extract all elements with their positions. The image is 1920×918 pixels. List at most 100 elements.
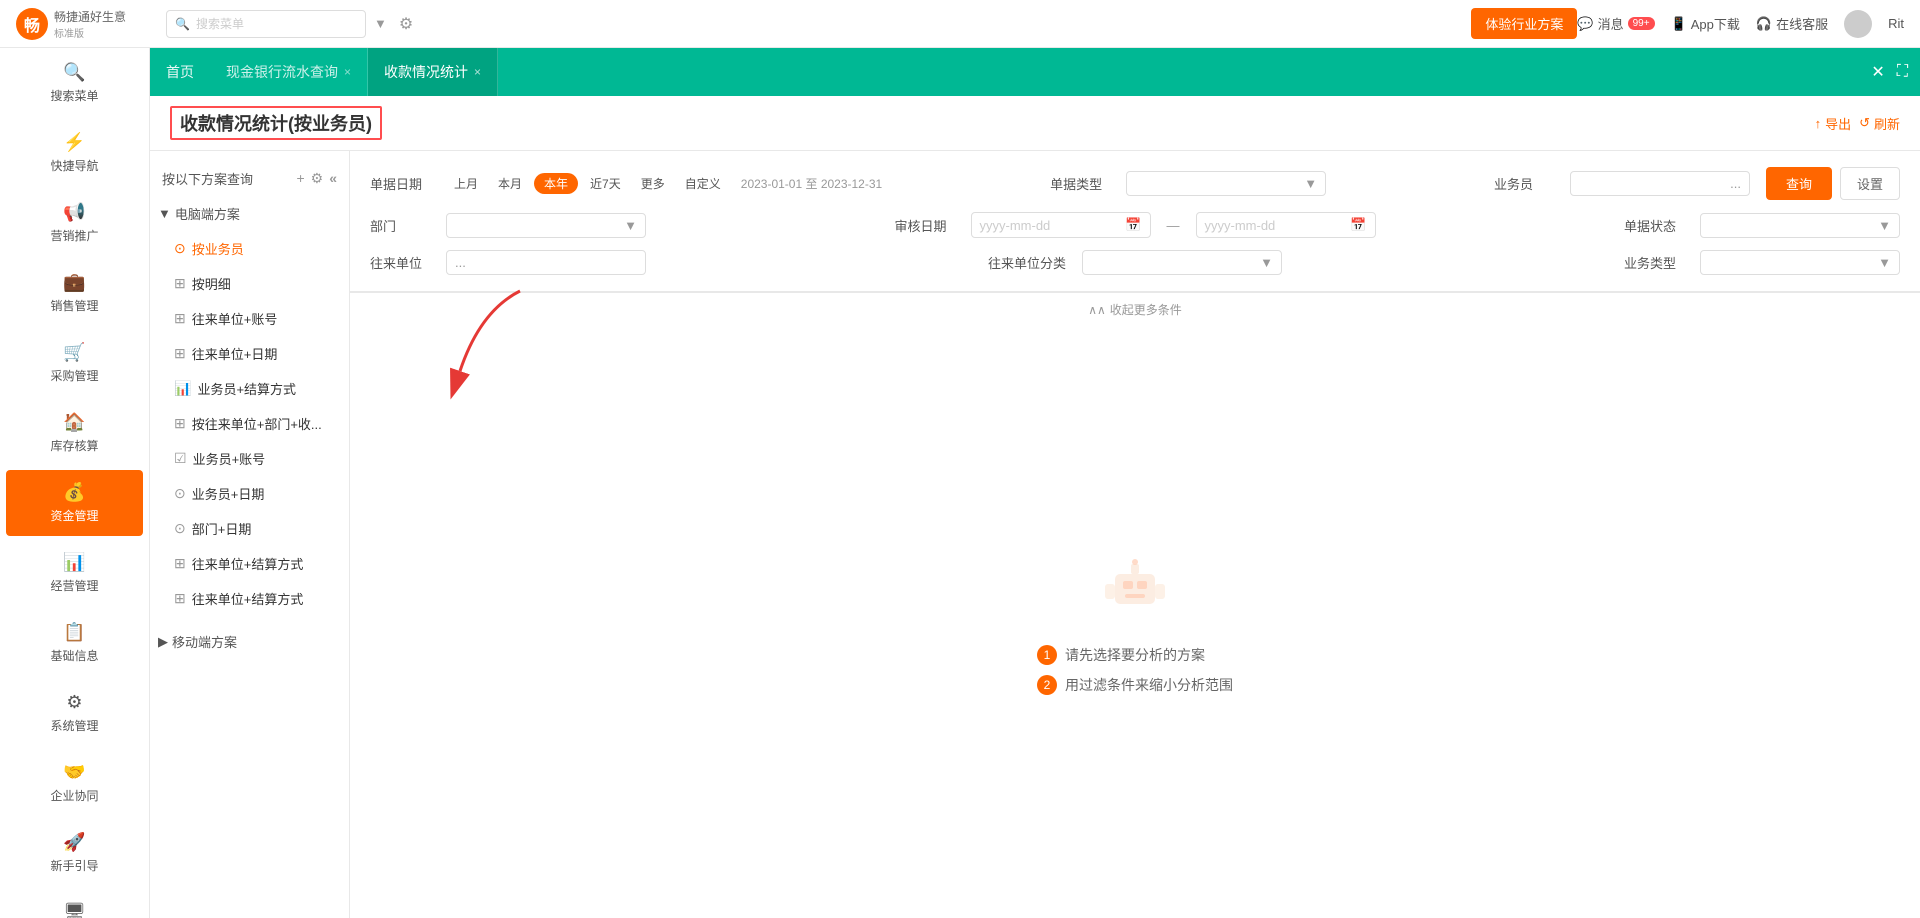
edition-label: 标准版 <box>54 25 126 40</box>
date-tab-thismonth[interactable]: 本月 <box>490 173 530 194</box>
scheme-item-5[interactable]: ⊞ 按往来单位+部门+收... <box>162 406 349 441</box>
tab-cashflow-close[interactable]: × <box>344 65 351 79</box>
user-name[interactable]: Rit <box>1888 16 1904 31</box>
sidebar-item-quicknav[interactable]: ⚡ 快捷导航 <box>6 120 143 186</box>
scheme-item-2[interactable]: ⊞ 往来单位+账号 <box>162 301 349 336</box>
scheme-item-0[interactable]: ⊙ 按业务员 <box>162 231 349 266</box>
biz-type-select[interactable]: ▼ <box>1700 250 1900 275</box>
tab-receipts[interactable]: 收款情况统计 × <box>368 48 498 96</box>
scheme-item-6[interactable]: ☑ 业务员+账号 <box>162 441 349 476</box>
audit-date-from-placeholder: yyyy-mm-dd <box>980 218 1051 233</box>
online-service-button[interactable]: 🎧 在线客服 <box>1756 14 1828 33</box>
doc-type-arrow-icon: ▼ <box>1304 176 1317 191</box>
scheme-label-10: 往来单位+结算方式 <box>192 589 304 608</box>
desktop-section-header[interactable]: ▼ 电脑端方案 <box>150 196 349 231</box>
date-tab-lastmonth[interactable]: 上月 <box>446 173 486 194</box>
counterparty-select[interactable]: ... <box>446 250 646 275</box>
sidebar-label-operation: 经营管理 <box>50 577 98 594</box>
panel-header: 按以下方案查询 + ⚙ « <box>150 161 349 196</box>
maximize-icon[interactable]: ⛶ <box>1897 63 1908 81</box>
sidebar-item-sales[interactable]: 💼 销售管理 <box>6 260 143 326</box>
tab-home[interactable]: 首页 <box>150 48 210 96</box>
export-button[interactable]: ↑ 导出 <box>1815 114 1852 133</box>
scheme-label-5: 按往来单位+部门+收... <box>192 414 322 433</box>
sidebar-label-purchase: 采购管理 <box>50 367 98 384</box>
scheme-item-9[interactable]: ⊞ 往来单位+结算方式 <box>162 546 349 581</box>
sidebar-item-guide[interactable]: 🚀 新手引导 <box>6 820 143 886</box>
query-button[interactable]: 查询 <box>1766 167 1832 200</box>
add-scheme-icon[interactable]: + <box>296 170 304 187</box>
collapse-panel-icon[interactable]: « <box>329 170 337 187</box>
audit-date-to-input[interactable]: yyyy-mm-dd 📅 <box>1196 212 1376 238</box>
messages-button[interactable]: 💬 消息 99+ <box>1577 14 1654 33</box>
date-dash: — <box>1167 218 1180 233</box>
scheme-label-0: 按业务员 <box>192 239 244 258</box>
tab-home-label: 首页 <box>166 62 194 82</box>
counterparty-cat-select[interactable]: ▼ <box>1082 250 1282 275</box>
sidebar-item-finance[interactable]: 💰 资金管理 <box>6 470 143 536</box>
date-tab-7days[interactable]: 近7天 <box>582 173 629 194</box>
tab-right-actions: ✕ ⛶ <box>1859 48 1920 96</box>
doc-type-select[interactable]: ▼ <box>1126 171 1326 196</box>
salesperson-select[interactable]: ... <box>1570 171 1750 196</box>
refresh-button[interactable]: ↺ 刷新 <box>1859 114 1900 133</box>
sidebar-label-system: 系统管理 <box>50 717 98 734</box>
sidebar-label-quicknav: 快捷导航 <box>50 157 98 174</box>
logo-icon: 畅 <box>16 8 48 40</box>
calendar-from-icon[interactable]: 📅 <box>1125 217 1141 233</box>
collapse-bar[interactable]: ∧∧ 收起更多条件 <box>350 292 1920 326</box>
doc-status-select[interactable]: ▼ <box>1700 213 1900 238</box>
sidebar-item-inventory[interactable]: 🏠 库存核算 <box>6 400 143 466</box>
empty-state-area: 1 请先选择要分析的方案 2 用过滤条件来缩小分析范围 <box>350 326 1920 918</box>
scheme-item-1[interactable]: ⊞ 按明细 <box>162 266 349 301</box>
biz-type-arrow-icon: ▼ <box>1878 255 1891 270</box>
scheme-icon-8: ⊙ <box>174 520 186 537</box>
date-tab-more[interactable]: 更多 <box>633 173 673 194</box>
tab-receipts-close[interactable]: × <box>474 65 481 79</box>
sidebar-item-system[interactable]: ⚙ 系统管理 <box>6 680 143 746</box>
filter-area: 单据日期 上月 本月 本年 近7天 更多 自定义 2023-01-01 至 20… <box>350 151 1920 292</box>
sidebar-item-search[interactable]: 🔍 搜索菜单 <box>6 50 143 116</box>
sidebar-item-marketing[interactable]: 📢 营销推广 <box>6 190 143 256</box>
tip-text-2: 用过滤条件来缩小分析范围 <box>1065 675 1233 695</box>
enterprise-icon: 🤝 <box>63 762 85 783</box>
sidebar-item-basic[interactable]: 📋 基础信息 <box>6 610 143 676</box>
scheme-item-3[interactable]: ⊞ 往来单位+日期 <box>162 336 349 371</box>
dropdown-arrow-icon[interactable]: ▼ <box>374 16 387 31</box>
salesperson-more-icon: ... <box>1730 176 1741 191</box>
audit-date-from-input[interactable]: yyyy-mm-dd 📅 <box>971 212 1151 238</box>
counterparty-cat-label: 往来单位分类 <box>988 253 1066 272</box>
tab-cashflow[interactable]: 现金银行流水查询 × <box>210 48 368 96</box>
user-avatar[interactable] <box>1844 10 1872 38</box>
sidebar-item-operation[interactable]: 📊 经营管理 <box>6 540 143 606</box>
scheme-label-4: 业务员+结算方式 <box>197 379 296 398</box>
page-title: 收款情况统计(按业务员) <box>170 106 382 140</box>
calendar-to-icon[interactable]: 📅 <box>1350 217 1366 233</box>
sidebar-item-hardware[interactable]: 🖥 智能硬件 <box>6 890 143 918</box>
scheme-item-4[interactable]: 📊 业务员+结算方式 <box>162 371 349 406</box>
date-tab-thisyear[interactable]: 本年 <box>534 173 578 194</box>
scheme-label-3: 往来单位+日期 <box>192 344 278 363</box>
search-bar[interactable]: 🔍 搜索菜单 <box>166 10 366 38</box>
inventory-icon: 🏠 <box>63 412 85 433</box>
scheme-label-7: 业务员+日期 <box>192 484 265 503</box>
settings-gear-icon[interactable]: ⚙ <box>399 14 413 34</box>
sidebar-item-enterprise[interactable]: 🤝 企业协同 <box>6 750 143 816</box>
scheme-item-7[interactable]: ⊙ 业务员+日期 <box>162 476 349 511</box>
scheme-item-8[interactable]: ⊙ 部门+日期 <box>162 511 349 546</box>
app-download-button[interactable]: 📱 App下载 <box>1671 14 1740 33</box>
tip-num-2: 2 <box>1037 675 1057 695</box>
close-all-icon[interactable]: ✕ <box>1871 62 1884 82</box>
scheme-item-10[interactable]: ⊞ 往来单位+结算方式 <box>162 581 349 616</box>
mobile-section-label: 移动端方案 <box>172 632 237 651</box>
date-tab-custom[interactable]: 自定义 <box>677 173 729 194</box>
settings-button[interactable]: 设置 <box>1840 167 1900 200</box>
page-header: 收款情况统计(按业务员) ↑ 导出 ↺ 刷新 <box>150 96 1920 151</box>
panel-header-actions: + ⚙ « <box>296 170 337 187</box>
settings-scheme-icon[interactable]: ⚙ <box>311 170 324 187</box>
mobile-section-header[interactable]: ▶ 移动端方案 <box>150 624 349 659</box>
dept-select[interactable]: ▼ <box>446 213 646 238</box>
trial-button[interactable]: 体验行业方案 <box>1471 8 1577 39</box>
search-placeholder: 搜索菜单 <box>196 15 244 32</box>
sidebar-item-purchase[interactable]: 🛒 采购管理 <box>6 330 143 396</box>
